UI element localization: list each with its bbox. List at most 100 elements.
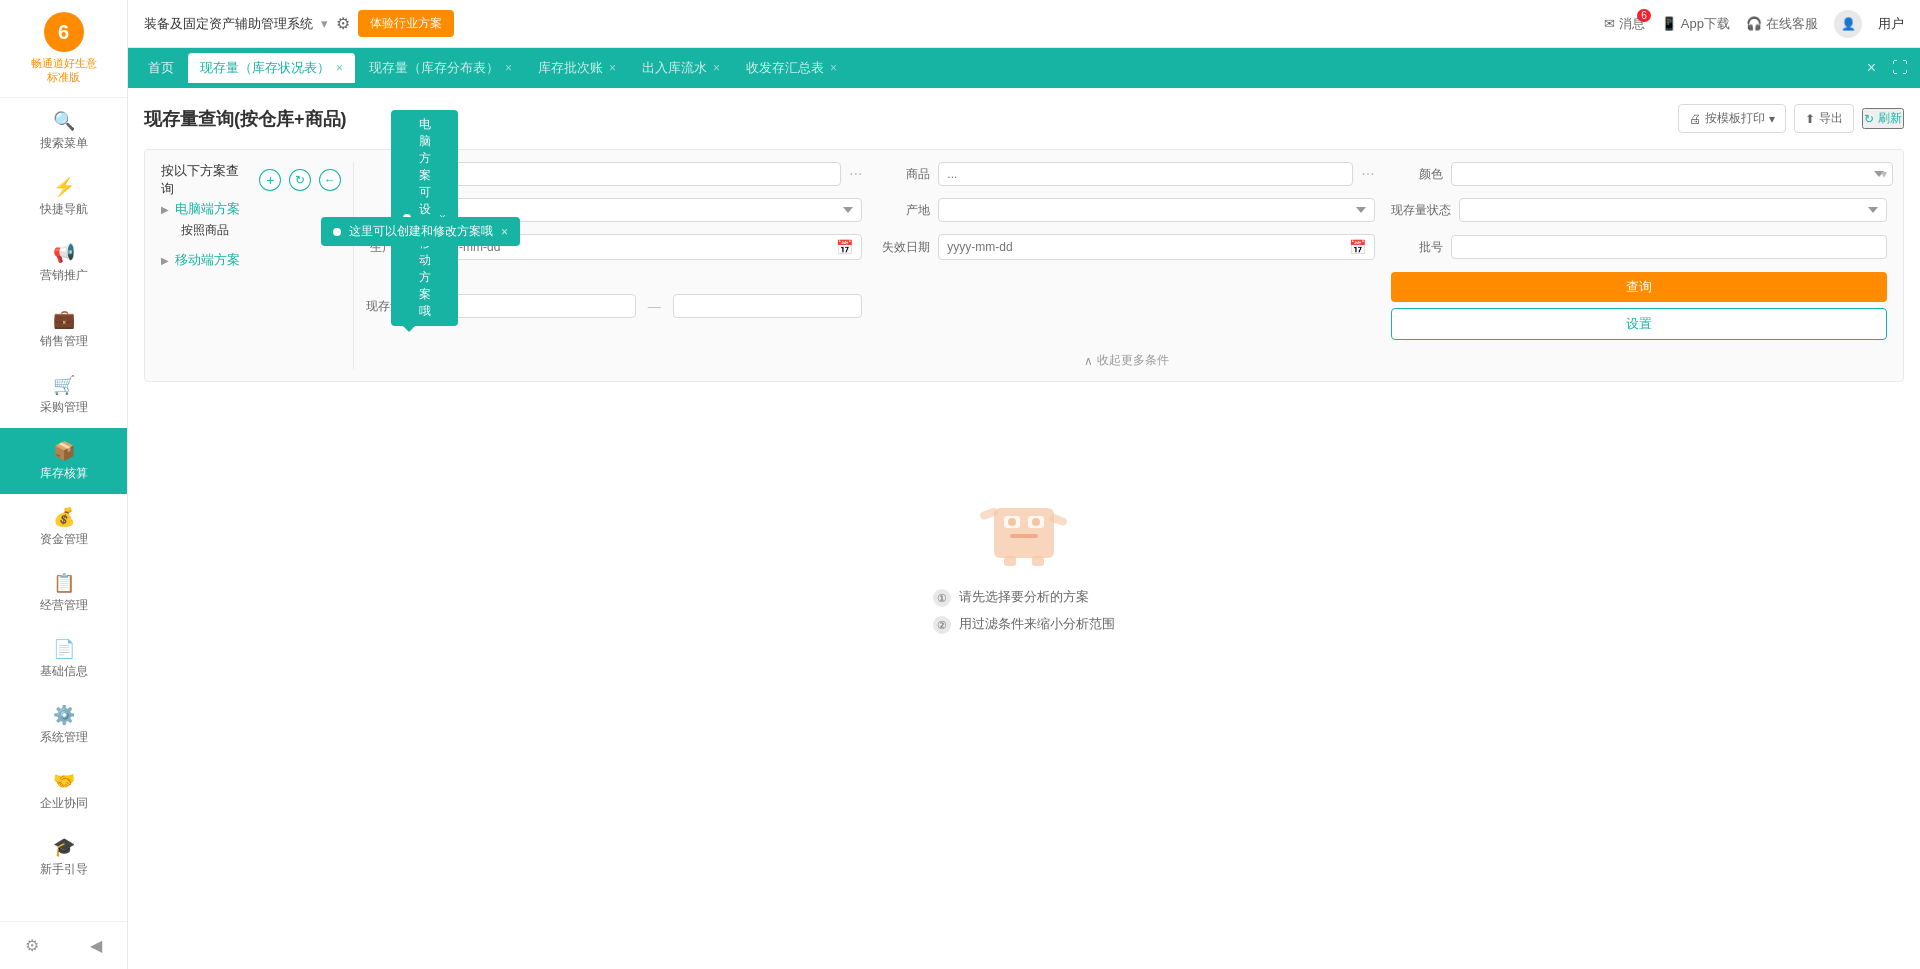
svg-point-3 — [1008, 518, 1016, 526]
calendar-icon[interactable]: 📅 — [836, 239, 853, 255]
filter-row-batch: 批号 — [1391, 234, 1887, 260]
empty-state: ① 请先选择要分析的方案 ② 用过滤条件来缩小分析范围 — [144, 398, 1904, 722]
scheme-group-desktop: ▶ 电脑端方案 按照商品 — [161, 196, 341, 239]
sidebar-item-quick-nav[interactable]: ⚡ 快捷导航 — [0, 164, 127, 230]
refresh-btn[interactable]: ↻ 刷新 — [1862, 108, 1904, 129]
message-btn[interactable]: ✉ 消息 6 — [1604, 15, 1645, 33]
tab-close-all-btn[interactable]: × — [1863, 55, 1880, 81]
system-title: 装备及固定资产辅助管理系统 — [144, 15, 313, 33]
stock-status-select[interactable] — [1459, 198, 1887, 222]
filter-row-goods: 商品 ··· — [878, 162, 1374, 186]
print-btn[interactable]: 🖨 按模板打印 ▾ — [1678, 104, 1786, 133]
sidebar-item-enterprise[interactable]: 🤝 企业协同 — [0, 758, 127, 824]
stock-main-from[interactable] — [446, 294, 636, 318]
app-download-btn[interactable]: 📱 App下载 — [1661, 15, 1730, 33]
search-buttons: 查询 设置 — [1391, 272, 1887, 340]
sidebar-item-finance[interactable]: 💰 资金管理 — [0, 494, 127, 560]
export-btn[interactable]: ⬆ 导出 — [1794, 104, 1854, 133]
guide-icon: 🎓 — [53, 836, 75, 858]
svg-point-4 — [1032, 518, 1040, 526]
reset-btn[interactable]: 设置 — [1391, 308, 1887, 340]
sidebar-nav: 🔍 搜索菜单 ⚡ 快捷导航 📢 营销推广 💼 销售管理 🛒 采购管理 📦 库存核… — [0, 98, 127, 921]
goods-input[interactable] — [938, 162, 1353, 186]
expire-date-input[interactable]: 📅 — [938, 234, 1374, 260]
sidebar-item-system[interactable]: ⚙️ 系统管理 — [0, 692, 127, 758]
filter-refresh-btn[interactable]: ↻ — [289, 169, 311, 191]
desktop-scheme-item[interactable]: 按照商品 — [161, 222, 341, 239]
origin-select[interactable] — [938, 198, 1374, 222]
tab-close-stock-batch[interactable]: × — [609, 61, 616, 75]
export-icon: ⬆ — [1805, 112, 1815, 126]
sidebar-item-search[interactable]: 🔍 搜索菜单 — [0, 98, 127, 164]
scheme-group-desktop-header[interactable]: ▶ 电脑端方案 — [161, 196, 341, 222]
filter-row-origin: 产地 — [878, 198, 1374, 222]
sidebar-item-marketing[interactable]: 📢 营销推广 — [0, 230, 127, 296]
sidebar-item-purchase[interactable]: 🛒 采购管理 — [0, 362, 127, 428]
headset-icon: 🎧 — [1746, 16, 1762, 31]
calendar-icon2[interactable]: 📅 — [1349, 239, 1366, 255]
page-content: 现存量查询(按仓库+商品) 🖨 按模板打印 ▾ ⬆ 导出 ↻ 刷新 — [128, 88, 1920, 969]
quick-nav-icon: ⚡ — [53, 176, 75, 198]
filter-label: 按以下方案查询 — [161, 162, 251, 198]
marketing-icon: 📢 — [53, 242, 75, 264]
empty-step1: ① 请先选择要分析的方案 — [933, 588, 1115, 607]
scheme-group-mobile-header[interactable]: ▶ 移动端方案 — [161, 247, 341, 273]
tab-close-stock-dist[interactable]: × — [505, 61, 512, 75]
filter-add-scheme-btn[interactable]: + — [259, 169, 281, 191]
filter-row-expire-date: 失效日期 📅 — [878, 234, 1374, 260]
message-badge: 6 — [1637, 9, 1651, 22]
gear-btn[interactable]: ⚙ — [336, 14, 350, 33]
tooltip2-close[interactable]: × — [501, 225, 508, 239]
online-support-btn[interactable]: 🎧 在线客服 — [1746, 15, 1818, 33]
filter-right: 仓库 ··· 商品 ··· 颜色 — [366, 162, 1887, 369]
goods-more-btn[interactable]: ··· — [1361, 165, 1374, 183]
header-right: ✉ 消息 6 📱 App下载 🎧 在线客服 👤 用户 — [1604, 10, 1904, 38]
tab-stock-dist[interactable]: 现存量（库存分布表） × — [357, 53, 524, 83]
batch-input[interactable] — [1451, 235, 1887, 259]
step2-text: 用过滤条件来缩小分析范围 — [959, 615, 1115, 633]
user-avatar: 👤 — [1834, 10, 1862, 38]
color-select[interactable] — [1451, 162, 1893, 186]
svg-rect-6 — [1004, 556, 1016, 566]
stock-main-to[interactable] — [673, 294, 863, 318]
sidebar-item-basic-info[interactable]: 📄 基础信息 — [0, 626, 127, 692]
filter-back-btn[interactable]: ← — [319, 169, 341, 191]
tab-home[interactable]: 首页 — [136, 53, 186, 83]
basic-info-icon: 📄 — [53, 638, 75, 660]
expire-date-text[interactable] — [947, 240, 1344, 254]
phone-icon: 📱 — [1661, 16, 1677, 31]
sidebar-item-guide[interactable]: 🎓 新手引导 — [0, 824, 127, 890]
user-name-label[interactable]: 用户 — [1878, 15, 1904, 33]
tab-stock-batch[interactable]: 库存批次账 × — [526, 53, 628, 83]
collapse-row[interactable]: ∧ 收起更多条件 — [366, 352, 1887, 369]
tab-close-stock-status[interactable]: × — [336, 61, 343, 75]
tab-close-receive-summary[interactable]: × — [830, 61, 837, 75]
enterprise-icon: 🤝 — [53, 770, 75, 792]
search-btn[interactable]: 查询 — [1391, 272, 1887, 302]
tab-stock-status[interactable]: 现存量（库存状况表） × — [188, 53, 355, 83]
tab-close-stock-inout[interactable]: × — [713, 61, 720, 75]
scheme-group-mobile: ▶ 移动端方案 — [161, 247, 341, 273]
sidebar-item-sales[interactable]: 💼 销售管理 — [0, 296, 127, 362]
sidebar-item-operations[interactable]: 📋 经营管理 — [0, 560, 127, 626]
content-area: 现存量查询(按仓库+商品) 🖨 按模板打印 ▾ ⬆ 导出 ↻ 刷新 — [128, 88, 1920, 969]
empty-illustration — [974, 478, 1074, 568]
warehouse-input[interactable] — [426, 162, 841, 186]
color-label: 颜色 — [1391, 166, 1443, 183]
svg-rect-7 — [1032, 556, 1044, 566]
tab-expand-btn[interactable]: ⛶ — [1888, 55, 1912, 81]
sidebar: 6 畅通道好生意 标准版 🔍 搜索菜单 ⚡ 快捷导航 📢 营销推广 💼 销售管理… — [0, 0, 128, 969]
settings-footer-btn[interactable]: ⚙ — [17, 932, 47, 959]
collapse-sidebar-btn[interactable]: ◀ — [82, 932, 110, 959]
tooltip2: 这里可以创建和修改方案哦 × — [321, 217, 520, 246]
step1-num: ① — [933, 589, 951, 607]
tab-receive-summary[interactable]: 收发存汇总表 × — [734, 53, 849, 83]
system-dropdown-btn[interactable]: ▾ — [321, 16, 328, 31]
sidebar-item-inventory[interactable]: 📦 库存核算 — [0, 428, 127, 494]
range-separator: — — [644, 299, 665, 314]
tab-bar: 首页 现存量（库存状况表） × 现存量（库存分布表） × 库存批次账 × 出入库… — [128, 48, 1920, 88]
inventory-icon: 📦 — [53, 440, 75, 462]
tab-stock-inout[interactable]: 出入库流水 × — [630, 53, 732, 83]
experience-btn[interactable]: 体验行业方案 — [358, 10, 454, 37]
warehouse-more-btn[interactable]: ··· — [849, 165, 862, 183]
